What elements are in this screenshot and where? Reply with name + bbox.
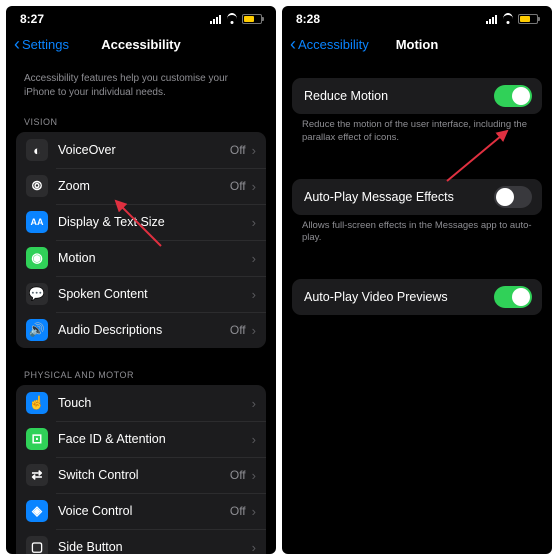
row-label: Touch (58, 396, 252, 410)
toggle-label: Reduce Motion (304, 89, 494, 103)
row-label: Display & Text Size (58, 215, 252, 229)
settings-row-touch[interactable]: ☝ Touch› (16, 385, 266, 421)
nav-bar: ‹ Accessibility Motion (282, 28, 552, 60)
row-value: Off (230, 179, 246, 193)
row-label: Switch Control (58, 468, 230, 482)
settings-row-switch[interactable]: ⇄ Switch ControlOff › (16, 457, 266, 493)
row-label: Spoken Content (58, 287, 252, 301)
row-label: Face ID & Attention (58, 432, 252, 446)
row-label: VoiceOver (58, 143, 230, 157)
group-header: PHYSICAL AND MOTOR (16, 370, 266, 385)
voice-ctrl-icon: ◈ (26, 500, 48, 522)
settings-row-side[interactable]: ▢ Side Button› (16, 529, 266, 554)
toggle-switch[interactable] (494, 286, 532, 308)
chevron-right-icon: › (252, 179, 256, 194)
row-label: Zoom (58, 179, 230, 193)
voiceover-icon: ◐ (26, 139, 48, 161)
status-bar: 8:28 (282, 6, 552, 28)
chevron-right-icon: › (252, 323, 256, 338)
toggle-row: Reduce Motion (292, 78, 542, 114)
wifi-icon (501, 14, 514, 24)
back-label: Settings (22, 37, 69, 52)
toggle-switch[interactable] (494, 186, 532, 208)
battery-icon (242, 14, 262, 24)
chevron-left-icon: ‹ (14, 35, 20, 53)
cellular-icon (210, 15, 221, 24)
audio-desc-icon: 🔊 (26, 319, 48, 341)
settings-row-zoom[interactable]: ⦾ ZoomOff › (16, 168, 266, 204)
row-label: Voice Control (58, 504, 230, 518)
cellular-icon (486, 15, 497, 24)
row-value: Off (230, 504, 246, 518)
toggle-description: Allows full-screen effects in the Messag… (292, 215, 542, 262)
group-header: VISION (16, 117, 266, 132)
toggle-group: Reduce Motion (292, 78, 542, 114)
row-value: Off (230, 323, 246, 337)
chevron-right-icon: › (252, 432, 256, 447)
side-icon: ▢ (26, 536, 48, 554)
toggle-row: Auto-Play Message Effects (292, 179, 542, 215)
row-label: Side Button (58, 540, 252, 554)
chevron-right-icon: › (252, 468, 256, 483)
settings-row-voiceover[interactable]: ◐ VoiceOverOff › (16, 132, 266, 168)
switch-icon: ⇄ (26, 464, 48, 486)
intro-text: Accessibility features help you customis… (16, 60, 266, 117)
settings-row-motion[interactable]: ◉ Motion› (16, 240, 266, 276)
settings-row-display[interactable]: AA Display & Text Size› (16, 204, 266, 240)
chevron-right-icon: › (252, 215, 256, 230)
chevron-right-icon: › (252, 396, 256, 411)
toggle-label: Auto-Play Message Effects (304, 190, 494, 204)
phone-right: 8:28 ‹ Accessibility Motion Reduce Motio… (282, 6, 552, 554)
toggle-group: Auto-Play Video Previews (292, 279, 542, 315)
settings-row-voice-ctrl[interactable]: ◈ Voice ControlOff › (16, 493, 266, 529)
toggle-label: Auto-Play Video Previews (304, 290, 494, 304)
toggle-description: Reduce the motion of the user interface,… (292, 114, 542, 161)
back-button[interactable]: ‹ Accessibility (290, 35, 369, 53)
wifi-icon (225, 14, 238, 24)
page-title: Motion (396, 37, 439, 52)
back-label: Accessibility (298, 37, 369, 52)
chevron-right-icon: › (252, 143, 256, 158)
chevron-right-icon: › (252, 251, 256, 266)
row-label: Motion (58, 251, 252, 265)
settings-row-faceid[interactable]: ⊡ Face ID & Attention› (16, 421, 266, 457)
touch-icon: ☝ (26, 392, 48, 414)
settings-group: ☝Touch›⊡Face ID & Attention›⇄Switch Cont… (16, 385, 266, 554)
status-bar: 8:27 (6, 6, 276, 28)
zoom-icon: ⦾ (26, 175, 48, 197)
status-time: 8:27 (20, 12, 44, 26)
chevron-left-icon: ‹ (290, 35, 296, 53)
settings-row-audio-desc[interactable]: 🔊 Audio DescriptionsOff › (16, 312, 266, 348)
status-time: 8:28 (296, 12, 320, 26)
display-icon: AA (26, 211, 48, 233)
page-title: Accessibility (101, 37, 181, 52)
nav-bar: ‹ Settings Accessibility (6, 28, 276, 60)
chevron-right-icon: › (252, 504, 256, 519)
chevron-right-icon: › (252, 287, 256, 302)
toggle-group: Auto-Play Message Effects (292, 179, 542, 215)
faceid-icon: ⊡ (26, 428, 48, 450)
toggle-row: Auto-Play Video Previews (292, 279, 542, 315)
toggle-switch[interactable] (494, 85, 532, 107)
settings-group: ◐VoiceOverOff›⦾ZoomOff›AADisplay & Text … (16, 132, 266, 348)
row-value: Off (230, 143, 246, 157)
back-button[interactable]: ‹ Settings (14, 35, 69, 53)
phone-left: 8:27 ‹ Settings Accessibility Accessibil… (6, 6, 276, 554)
settings-row-spoken[interactable]: 💬 Spoken Content› (16, 276, 266, 312)
row-label: Audio Descriptions (58, 323, 230, 337)
spoken-icon: 💬 (26, 283, 48, 305)
row-value: Off (230, 468, 246, 482)
battery-icon (518, 14, 538, 24)
chevron-right-icon: › (252, 540, 256, 555)
motion-icon: ◉ (26, 247, 48, 269)
